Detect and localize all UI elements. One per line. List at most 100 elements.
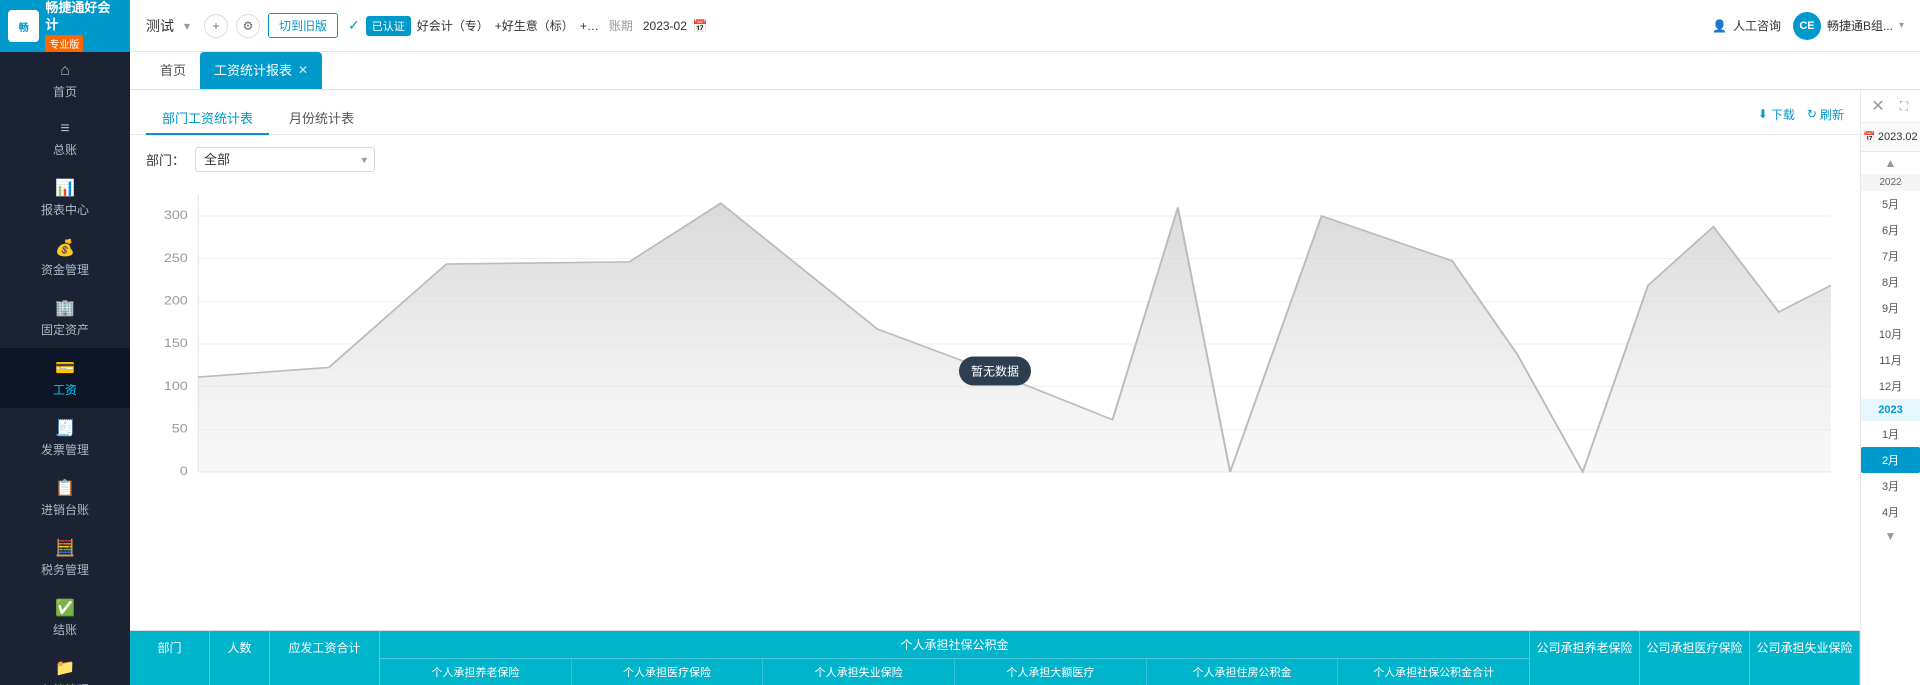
month-aug[interactable]: 8月 — [1861, 269, 1920, 295]
invoice-icon: 🧾 — [55, 418, 75, 438]
subtab-dept-label: 部门工资统计表 — [162, 111, 253, 126]
sidebar-item-label: 税务管理 — [41, 561, 89, 578]
add-button[interactable]: + — [204, 14, 228, 38]
sidebar-item-archive[interactable]: 📁 归档管理 — [0, 648, 130, 685]
sales-icon: 📋 — [55, 478, 75, 498]
sidebar-item-reports[interactable]: 📊 报表中心 — [0, 168, 130, 228]
th-group-subcols: 个人承担养老保险 个人承担医疗保险 个人承担失业保险 个人承担大额医疗 — [380, 659, 1529, 685]
current-year-month: 2023.02 — [1878, 131, 1918, 143]
year-label-2022: 2022 — [1861, 174, 1920, 191]
sidebar-item-label: 归档管理 — [41, 681, 89, 685]
sidebar-item-ledger[interactable]: ≡ 总账 — [0, 110, 130, 168]
th-company-pension: 公司承担养老保险 — [1530, 631, 1640, 685]
panel-close-btn[interactable]: ✕ — [1866, 94, 1890, 118]
topbar-status: ✓ 已认证 好会计（专） +好生意（标） +… 账期 2023-02 📅 — [348, 16, 708, 36]
salary-icon: 💳 — [55, 358, 75, 378]
consult-btn[interactable]: 👤 人工咨询 — [1712, 17, 1781, 34]
month-jul[interactable]: 7月 — [1861, 243, 1920, 269]
month-mar-2023[interactable]: 3月 — [1861, 473, 1920, 499]
svg-text:100: 100 — [164, 379, 188, 392]
logo-text: 畅捷通好会计 专业版 — [45, 0, 122, 52]
sidebar-item-label: 首页 — [53, 83, 77, 100]
th-count: 人数 — [210, 631, 270, 685]
consult-label: 人工咨询 — [1733, 17, 1781, 34]
consult-icon: 👤 — [1712, 19, 1727, 33]
main-panel: 部门工资统计表 月份统计表 ⬇ 下载 ↻ 刷新 — [130, 90, 1860, 685]
month-dec[interactable]: 12月 — [1861, 373, 1920, 399]
subtabs-right: ⬇ 下载 ↻ 刷新 — [1758, 106, 1844, 131]
th-personal-total: 个人承担社保公积金合计 — [1338, 659, 1529, 685]
sidebar-item-label: 报表中心 — [41, 201, 89, 218]
sidebar-item-settle[interactable]: ✅ 结账 — [0, 588, 130, 648]
switch-old-btn[interactable]: 切到旧版 — [268, 13, 338, 38]
reports-icon: 📊 — [55, 178, 75, 198]
svg-text:50: 50 — [172, 422, 188, 435]
period-label: 账期 — [609, 17, 633, 34]
download-btn[interactable]: ⬇ 下载 — [1758, 106, 1795, 123]
logo-title: 畅捷通好会计 — [45, 0, 122, 33]
subtabs: 部门工资统计表 月份统计表 ⬇ 下载 ↻ 刷新 — [130, 90, 1860, 135]
topbar: 测试 ▾ + ⚙ 切到旧版 ✓ 已认证 好会计（专） +好生意（标） +… 账期… — [130, 0, 1920, 52]
month-sep[interactable]: 9月 — [1861, 295, 1920, 321]
date-nav-up[interactable]: ▲ — [1861, 152, 1920, 174]
th-personal-unemploy: 个人承担失业保险 — [763, 659, 955, 685]
tax-icon: 🧮 — [55, 538, 75, 558]
subtab-dept[interactable]: 部门工资统计表 — [146, 102, 269, 135]
month-jun[interactable]: 6月 — [1861, 217, 1920, 243]
sidebar-item-label: 进销台账 — [41, 501, 89, 518]
sidebar-item-invoice[interactable]: 🧾 发票管理 — [0, 408, 130, 468]
svg-text:300: 300 — [164, 208, 188, 221]
funds-icon: 💰 — [55, 238, 75, 258]
sidebar-item-salary[interactable]: 💳 工资 — [0, 348, 130, 408]
svg-text:250: 250 — [164, 251, 188, 264]
sidebar-item-sales[interactable]: 📋 进销台账 — [0, 468, 130, 528]
th-personal-pension: 个人承担养老保险 — [380, 659, 572, 685]
topbar-dropdown-arrow[interactable]: ▾ — [184, 19, 190, 33]
filter-bar: 部门： 全部 销售部 技术部 行政部 财务部 — [130, 135, 1860, 184]
topbar-title: 测试 — [146, 16, 174, 36]
archive-icon: 📁 — [55, 658, 75, 678]
month-nov[interactable]: 11月 — [1861, 347, 1920, 373]
tab-home-label: 首页 — [160, 60, 186, 79]
settings-button[interactable]: ⚙ — [236, 14, 260, 38]
refresh-btn[interactable]: ↻ 刷新 — [1807, 106, 1844, 123]
period-value: 2023-02 — [643, 19, 687, 33]
sidebar-nav: ⌂ 首页 ≡ 总账 📊 报表中心 💰 资金管理 🏢 固定资产 💳 工资 🧾 发票… — [0, 52, 130, 685]
month-jan-2023[interactable]: 1月 — [1861, 421, 1920, 447]
month-apr-2023[interactable]: 4月 — [1861, 499, 1920, 525]
tab-salary-report[interactable]: 工资统计报表 ✕ — [200, 52, 322, 89]
date-nav-down[interactable]: ▼ — [1861, 525, 1920, 547]
subtab-monthly[interactable]: 月份统计表 — [273, 102, 370, 135]
month-oct[interactable]: 10月 — [1861, 321, 1920, 347]
sidebar: 畅 畅捷通好会计 专业版 ⌂ 首页 ≡ 总账 📊 报表中心 💰 资金管理 🏢 固… — [0, 0, 130, 685]
tooltip-text: 暂无数据 — [971, 365, 1019, 379]
more-status: +… — [580, 19, 599, 33]
svg-text:150: 150 — [164, 336, 188, 349]
panel-expand-btn[interactable]: ⛶ — [1892, 94, 1916, 118]
home-icon: ⌂ — [60, 62, 70, 80]
sidebar-item-label: 发票管理 — [41, 441, 89, 458]
th-personal-major-medical: 个人承担大额医疗 — [955, 659, 1147, 685]
sidebar-item-home[interactable]: ⌂ 首页 — [0, 52, 130, 110]
tab-close-icon[interactable]: ✕ — [298, 63, 308, 77]
certified-badge: 已认证 — [366, 16, 411, 36]
dept-filter-label: 部门： — [146, 150, 185, 169]
month-feb-2023[interactable]: 2月 — [1861, 447, 1920, 473]
sidebar-item-label: 资金管理 — [41, 261, 89, 278]
user-menu[interactable]: CE 畅捷通B组... ▾ — [1793, 12, 1904, 40]
calendar-icon[interactable]: 📅 — [693, 19, 708, 33]
sidebar-item-funds[interactable]: 💰 资金管理 — [0, 228, 130, 288]
sidebar-item-assets[interactable]: 🏢 固定资产 — [0, 288, 130, 348]
tabbar: 首页 工资统计报表 ✕ — [130, 52, 1920, 90]
ledger-icon: ≡ — [60, 120, 69, 138]
svg-text:0: 0 — [180, 464, 188, 477]
dept-select[interactable]: 全部 销售部 技术部 行政部 财务部 — [195, 147, 375, 172]
sidebar-item-tax[interactable]: 🧮 税务管理 — [0, 528, 130, 588]
tab-home[interactable]: 首页 — [146, 52, 200, 89]
main-area: 测试 ▾ + ⚙ 切到旧版 ✓ 已认证 好会计（专） +好生意（标） +… 账期… — [130, 0, 1920, 685]
month-may[interactable]: 5月 — [1861, 191, 1920, 217]
certified-icon: ✓ — [348, 17, 360, 34]
date-nav: ▲ 2022 5月 6月 7月 8月 9月 10月 11月 12月 2023 1… — [1861, 152, 1920, 685]
chart-tooltip: 暂无数据 — [959, 357, 1031, 386]
th-dept: 部门 — [130, 631, 210, 685]
